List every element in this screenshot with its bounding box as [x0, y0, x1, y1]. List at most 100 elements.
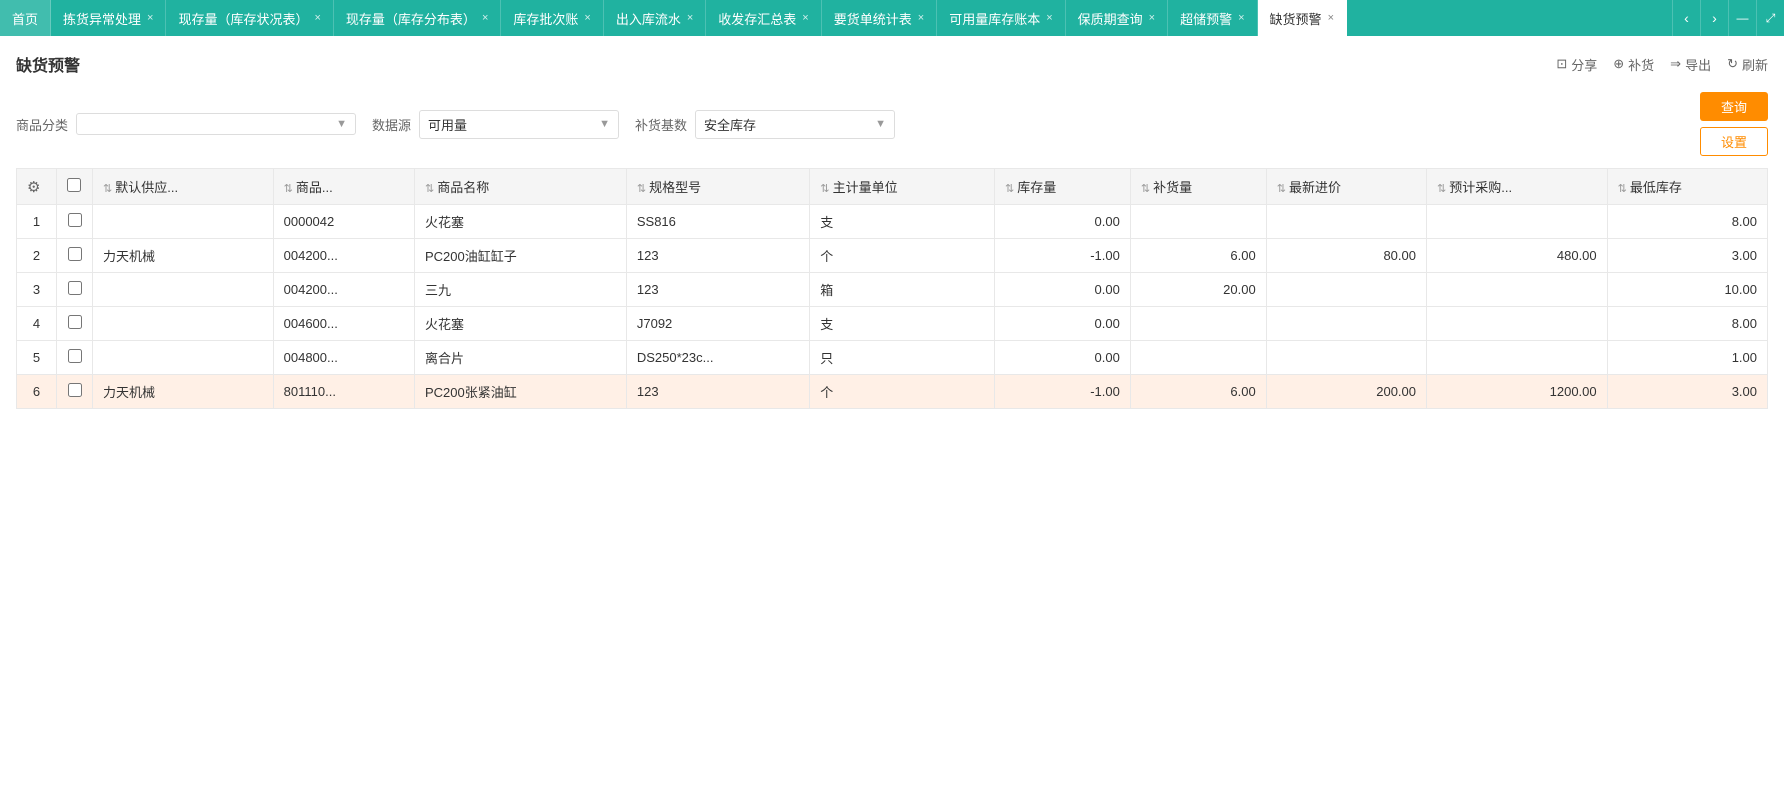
setting-button[interactable]: 设置	[1700, 127, 1768, 156]
row-product-name: PC200张紧油缸	[414, 375, 626, 409]
tab-shortage[interactable]: 缺货预警×	[1258, 0, 1347, 36]
row-estimated-purchase: 480.00	[1427, 239, 1608, 273]
datasource-select[interactable]: 可用量 ▼	[419, 110, 619, 139]
row-latest-price	[1266, 307, 1426, 341]
table-header-row: ⚙ 默认供应... 商品... 商品名称 规格型号 主计量单位 库存量 补货量 …	[17, 169, 1768, 205]
row-spec: J7092	[626, 307, 809, 341]
row-checkbox[interactable]	[68, 349, 82, 363]
row-estimated-purchase	[1427, 307, 1608, 341]
table-row: 6 力天机械 801110... PC200张紧油缸 123 个 -1.00 6…	[17, 375, 1768, 409]
row-latest-price	[1266, 273, 1426, 307]
tab-batch-account[interactable]: 库存批次账×	[501, 0, 603, 36]
page-content: 缺货预警 ⊡ 分享 ⊕ 补货 ⇒ 导出 ↻ 刷新 商品分类	[0, 36, 1784, 796]
row-min-stock: 8.00	[1607, 307, 1767, 341]
col-stock[interactable]: 库存量	[995, 169, 1131, 205]
col-min-stock[interactable]: 最低库存	[1607, 169, 1767, 205]
tab-close-icon[interactable]: ×	[482, 12, 488, 24]
tab-close-icon[interactable]: ×	[314, 12, 320, 24]
col-latest-price[interactable]: 最新进价	[1266, 169, 1426, 205]
row-product-code: 004200...	[273, 273, 414, 307]
refresh-icon: ↻	[1727, 56, 1738, 72]
col-spec[interactable]: 规格型号	[626, 169, 809, 205]
tab-close-icon[interactable]: ×	[1238, 12, 1244, 24]
row-replenish-qty: 6.00	[1130, 375, 1266, 409]
row-replenish-qty	[1130, 341, 1266, 375]
share-label: 分享	[1571, 55, 1597, 74]
share-action[interactable]: ⊡ 分享	[1556, 55, 1597, 74]
tab-close-icon[interactable]: ×	[1328, 12, 1334, 24]
row-checkbox[interactable]	[68, 247, 82, 261]
tab-next-button[interactable]: ›	[1700, 0, 1728, 36]
tab-close-icon[interactable]: ×	[584, 12, 590, 24]
tab-label: 现存量（库存状况表）	[178, 9, 308, 28]
refresh-action[interactable]: ↻ 刷新	[1727, 55, 1768, 74]
tab-available-ledger[interactable]: 可用量库存账本×	[937, 0, 1065, 36]
tab-minimize-button[interactable]: —	[1728, 0, 1756, 36]
filter-actions: 查询 设置	[1700, 92, 1768, 156]
tab-close-icon[interactable]: ×	[918, 12, 924, 24]
tab-inventory-status[interactable]: 现存量（库存状况表） ×	[166, 0, 333, 36]
tab-overstock[interactable]: 超储预警×	[1168, 0, 1257, 36]
tab-inout-flow[interactable]: 出入库流水×	[604, 0, 706, 36]
export-action[interactable]: ⇒ 导出	[1670, 55, 1711, 74]
tab-bar: 首页拣货异常处理×现存量（库存状况表）×现存量（库存分布表）×库存批次账×出入库…	[0, 0, 1784, 36]
table-header: ⚙ 默认供应... 商品... 商品名称 规格型号 主计量单位 库存量 补货量 …	[17, 169, 1768, 205]
col-checkbox	[57, 169, 93, 205]
replenish-action[interactable]: ⊕ 补货	[1613, 55, 1654, 74]
row-checkbox-cell	[57, 341, 93, 375]
query-button[interactable]: 查询	[1700, 92, 1768, 121]
category-filter-group: 商品分类 ▼	[16, 113, 356, 135]
row-checkbox[interactable]	[68, 281, 82, 295]
tab-close-icon[interactable]: ×	[1149, 12, 1155, 24]
tab-home[interactable]: 首页	[0, 0, 51, 36]
row-latest-price	[1266, 205, 1426, 239]
col-product-code[interactable]: 商品...	[273, 169, 414, 205]
tab-order-stats[interactable]: 要货单统计表×	[822, 0, 937, 36]
row-supplier	[93, 205, 274, 239]
datasource-label: 数据源	[372, 115, 411, 134]
tab-label: 收发存汇总表	[718, 9, 796, 28]
row-checkbox-cell	[57, 307, 93, 341]
row-checkbox[interactable]	[68, 383, 82, 397]
replenish-base-select[interactable]: 安全库存 ▼	[695, 110, 895, 139]
tab-receipt-summary[interactable]: 收发存汇总表 ×	[706, 0, 821, 36]
category-arrow-icon: ▼	[336, 118, 347, 130]
row-stock: 0.00	[995, 273, 1131, 307]
replenish-base-arrow-icon: ▼	[875, 118, 886, 130]
col-estimated-purchase[interactable]: 预计采购...	[1427, 169, 1608, 205]
tab-label: 首页	[12, 9, 38, 28]
col-replenish-qty[interactable]: 补货量	[1130, 169, 1266, 205]
tab-close-icon[interactable]: ×	[147, 12, 153, 24]
row-unit: 个	[810, 375, 995, 409]
col-product-name[interactable]: 商品名称	[414, 169, 626, 205]
tab-abnormal[interactable]: 拣货异常处理×	[51, 0, 166, 36]
row-latest-price	[1266, 341, 1426, 375]
table-row: 4 004600... 火花塞 J7092 支 0.00 8.00	[17, 307, 1768, 341]
tab-maximize-button[interactable]: ⤢	[1756, 0, 1784, 36]
share-icon: ⊡	[1556, 56, 1567, 72]
row-replenish-qty: 20.00	[1130, 273, 1266, 307]
data-table: ⚙ 默认供应... 商品... 商品名称 规格型号 主计量单位 库存量 补货量 …	[16, 168, 1768, 409]
select-all-checkbox[interactable]	[67, 178, 81, 192]
row-product-code: 004600...	[273, 307, 414, 341]
table-body: 1 0000042 火花塞 SS816 支 0.00 8.00 2 力天机械 0…	[17, 205, 1768, 409]
column-settings-icon[interactable]: ⚙	[27, 179, 40, 196]
row-latest-price: 80.00	[1266, 239, 1426, 273]
tab-expiry-query[interactable]: 保质期查询×	[1066, 0, 1168, 36]
tab-close-icon[interactable]: ×	[802, 12, 808, 24]
replenish-icon: ⊕	[1613, 56, 1624, 72]
row-checkbox[interactable]	[68, 213, 82, 227]
tab-close-icon[interactable]: ×	[687, 12, 693, 24]
col-supplier[interactable]: 默认供应...	[93, 169, 274, 205]
tab-prev-button[interactable]: ‹	[1672, 0, 1700, 36]
row-product-name: 离合片	[414, 341, 626, 375]
export-label: 导出	[1685, 55, 1711, 74]
col-unit[interactable]: 主计量单位	[810, 169, 995, 205]
category-select[interactable]: ▼	[76, 113, 356, 135]
row-unit: 箱	[810, 273, 995, 307]
row-supplier	[93, 341, 274, 375]
row-checkbox[interactable]	[68, 315, 82, 329]
row-replenish-qty	[1130, 205, 1266, 239]
tab-inventory-dist[interactable]: 现存量（库存分布表）×	[334, 0, 501, 36]
tab-close-icon[interactable]: ×	[1046, 12, 1052, 24]
